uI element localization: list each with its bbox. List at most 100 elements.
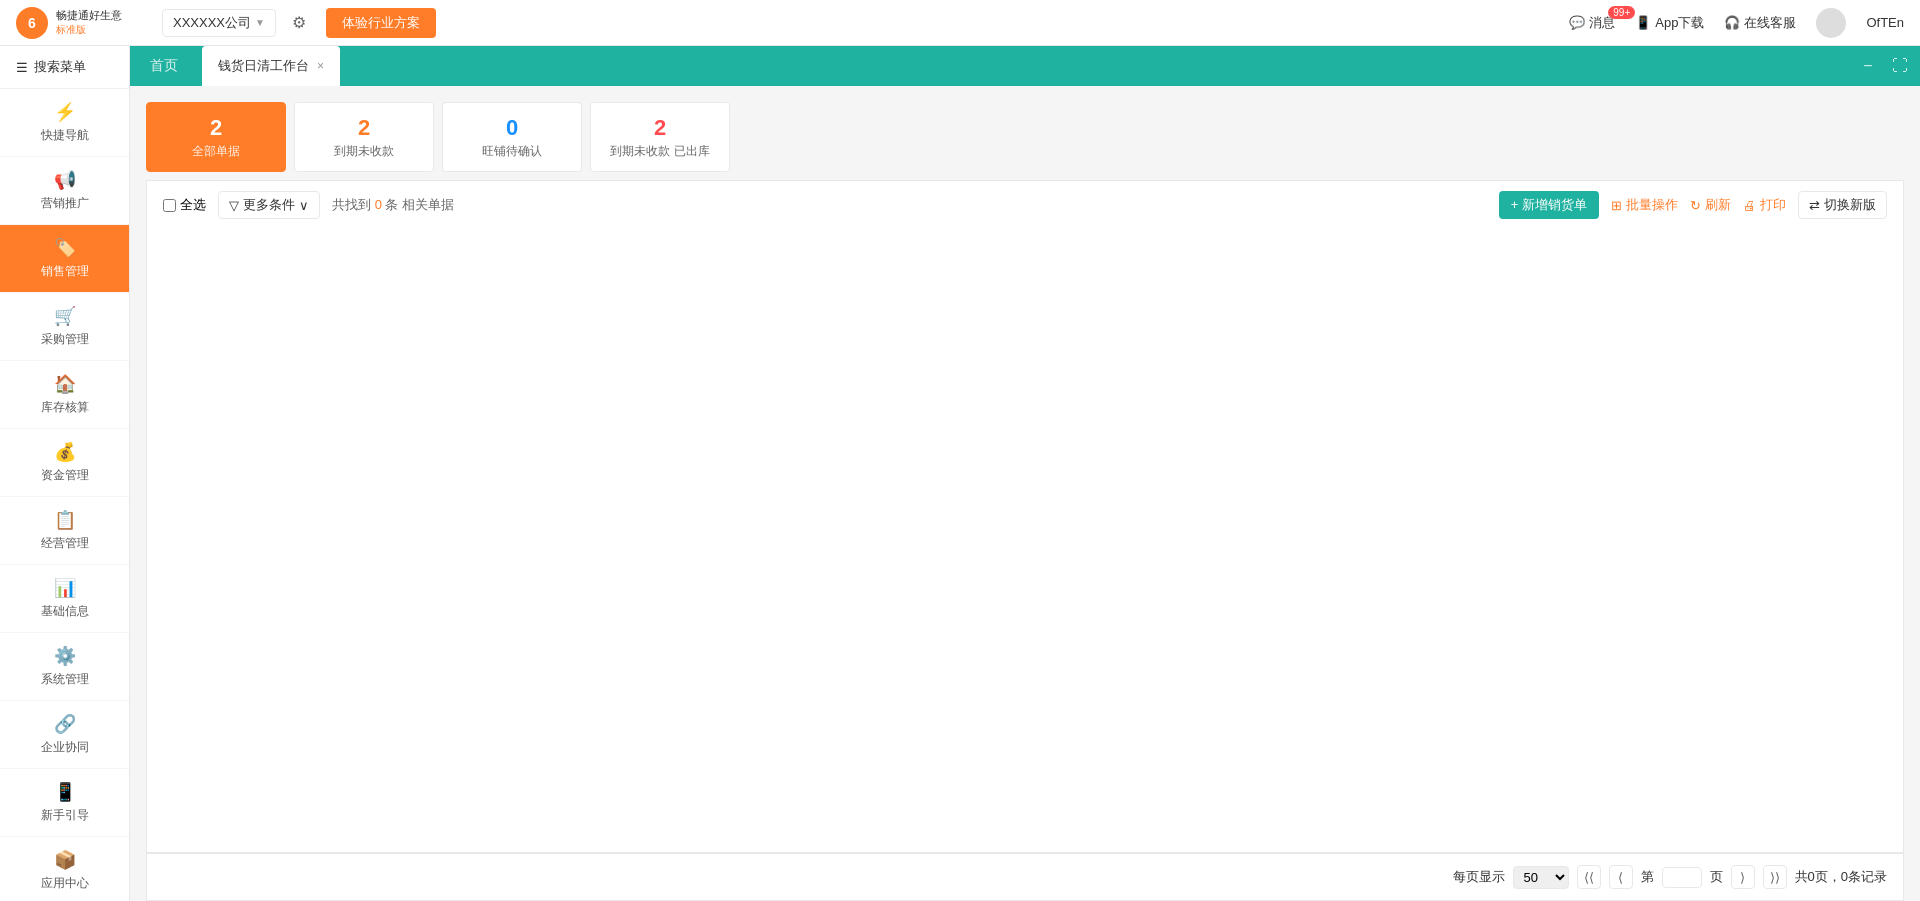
page-total: 共0页，0条记录 xyxy=(1795,868,1887,886)
page-prev-button[interactable]: ⟨ xyxy=(1609,865,1633,889)
sidebar-label-system: 系统管理 xyxy=(41,671,89,688)
main-layout: ☰ 搜索菜单 ⚡ 快捷导航 📢 营销推广 🏷️ 销售管理 🛒 采购管理 🏠 库存… xyxy=(0,46,1920,901)
print-label: 打印 xyxy=(1760,196,1786,214)
per-page-select[interactable]: 50 100 200 xyxy=(1513,866,1569,889)
purchase-icon: 🛒 xyxy=(54,305,76,327)
sidebar-item-guide[interactable]: 📱 新手引导 xyxy=(0,769,129,837)
tab-minimize-icon[interactable]: − xyxy=(1856,54,1880,78)
sidebar-item-system[interactable]: ⚙️ 系统管理 xyxy=(0,633,129,701)
chevron-down-icon: ▼ xyxy=(255,17,265,28)
print-button[interactable]: 🖨 打印 xyxy=(1743,196,1786,214)
page-first-button[interactable]: ⟨⟨ xyxy=(1577,865,1601,889)
sidebar-label-marketing: 营销推广 xyxy=(41,195,89,212)
message-button[interactable]: 💬 消息 99+ xyxy=(1569,14,1615,32)
sidebar-label-finance: 资金管理 xyxy=(41,467,89,484)
sidebar-item-sales[interactable]: 🏷️ 销售管理 xyxy=(0,225,129,293)
page-last-button[interactable]: ⟩⟩ xyxy=(1763,865,1787,889)
company-name: XXXXXX公司 xyxy=(173,14,251,32)
filter-icon: ▽ xyxy=(229,198,239,213)
sidebar-item-apps[interactable]: 📦 应用中心 xyxy=(0,837,129,901)
filter-button[interactable]: ▽ 更多条件 ∨ xyxy=(218,191,320,219)
topbar: 6 畅捷通好生意 标准版 XXXXXX公司 ▼ ⚙ 体验行业方案 💬 消息 99… xyxy=(0,0,1920,46)
select-all-checkbox[interactable]: 全选 xyxy=(163,196,206,214)
search-icon: ☰ xyxy=(16,60,28,75)
search-menu[interactable]: ☰ 搜索菜单 xyxy=(0,46,129,89)
card-overdue-uncollected[interactable]: 2 到期未收款 xyxy=(294,102,434,172)
page-next-button[interactable]: ⟩ xyxy=(1731,865,1755,889)
company-selector[interactable]: XXXXXX公司 ▼ xyxy=(162,9,276,37)
username[interactable]: OfTEn xyxy=(1866,15,1904,30)
apps-icon: 📦 xyxy=(54,849,76,871)
toolbar-left: 全选 ▽ 更多条件 ∨ 共找到 0 条 相关单据 xyxy=(163,191,454,219)
card-label-all: 全部单据 xyxy=(192,143,240,160)
tab-home[interactable]: 首页 xyxy=(130,46,198,86)
trial-button[interactable]: 体验行业方案 xyxy=(326,8,436,38)
headset-icon: 🎧 xyxy=(1724,15,1740,30)
batch-label: 批量操作 xyxy=(1626,196,1678,214)
sidebar-item-base-info[interactable]: 📊 基础信息 xyxy=(0,565,129,633)
sidebar-label-apps: 应用中心 xyxy=(41,875,89,892)
card-num-shipped: 2 xyxy=(654,115,666,141)
tab-close-icon[interactable]: × xyxy=(317,59,324,73)
card-label-overdue: 到期未收款 xyxy=(334,143,394,160)
card-num-wangpu: 0 xyxy=(506,115,518,141)
card-overdue-shipped[interactable]: 2 到期未收款 已出库 xyxy=(590,102,730,172)
inventory-icon: 🏠 xyxy=(54,373,76,395)
app-name: 畅捷通好生意 xyxy=(56,8,122,22)
content-area: 首页 钱货日清工作台 × − ⛶ 2 全部单据 2 到期未收款 xyxy=(130,46,1920,901)
switch-version-button[interactable]: ⇄ 切换新版 xyxy=(1798,191,1887,219)
card-num-overdue: 2 xyxy=(358,115,370,141)
page-input[interactable]: 1 xyxy=(1662,867,1702,888)
message-icon: 💬 xyxy=(1569,15,1585,30)
cooperation-icon: 🔗 xyxy=(54,713,76,735)
avatar[interactable] xyxy=(1816,8,1846,38)
refresh-button[interactable]: ↻ 刷新 xyxy=(1690,196,1731,214)
sidebar-label-purchase: 采购管理 xyxy=(41,331,89,348)
page-label-end: 页 xyxy=(1710,868,1723,886)
tab-label: 钱货日清工作台 xyxy=(218,57,309,75)
message-badge: 99+ xyxy=(1608,6,1635,19)
switch-icon: ⇄ xyxy=(1809,198,1820,213)
card-label-wangpu: 旺铺待确认 xyxy=(482,143,542,160)
switch-label: 切换新版 xyxy=(1824,196,1876,214)
service-label: 在线客服 xyxy=(1744,14,1796,32)
batch-icon: ⊞ xyxy=(1611,198,1622,213)
filter-arrow-icon: ∨ xyxy=(299,198,309,213)
toolbar: 全选 ▽ 更多条件 ∨ 共找到 0 条 相关单据 + 新增销货单 xyxy=(146,180,1904,229)
topbar-right: 💬 消息 99+ 📱 App下载 🎧 在线客服 OfTEn xyxy=(1569,8,1904,38)
sidebar-label-inventory: 库存核算 xyxy=(41,399,89,416)
sidebar-item-cooperation[interactable]: 🔗 企业协同 xyxy=(0,701,129,769)
sidebar-item-purchase[interactable]: 🛒 采购管理 xyxy=(0,293,129,361)
app-download-button[interactable]: 📱 App下载 xyxy=(1635,14,1704,32)
sidebar-item-operations[interactable]: 📋 经营管理 xyxy=(0,497,129,565)
refresh-label: 刷新 xyxy=(1705,196,1731,214)
checkbox-input[interactable] xyxy=(163,199,176,212)
per-page-label: 每页显示 xyxy=(1453,868,1505,886)
toolbar-right: + 新增销货单 ⊞ 批量操作 ↻ 刷新 🖨 打印 ⇄ xyxy=(1499,191,1887,219)
sidebar-item-quick-nav[interactable]: ⚡ 快捷导航 xyxy=(0,89,129,157)
pagination: 每页显示 50 100 200 ⟨⟨ ⟨ 第 1 页 ⟩ ⟩⟩ 共0页，0条记录 xyxy=(146,853,1904,901)
service-button[interactable]: 🎧 在线客服 xyxy=(1724,14,1796,32)
found-text: 共找到 0 条 相关单据 xyxy=(332,196,454,214)
lightning-icon: ⚡ xyxy=(54,101,76,123)
sidebar-item-marketing[interactable]: 📢 营销推广 xyxy=(0,157,129,225)
sidebar-label-operations: 经营管理 xyxy=(41,535,89,552)
sidebar-item-inventory[interactable]: 🏠 库存核算 xyxy=(0,361,129,429)
app-badge: 标准版 xyxy=(56,23,122,37)
select-all-label: 全选 xyxy=(180,196,206,214)
add-bill-button[interactable]: + 新增销货单 xyxy=(1499,191,1599,219)
filter-label: 更多条件 xyxy=(243,196,295,214)
sidebar-label-cooperation: 企业协同 xyxy=(41,739,89,756)
sidebar-item-finance[interactable]: 💰 资金管理 xyxy=(0,429,129,497)
card-num-all: 2 xyxy=(210,115,222,141)
tab-expand-icon[interactable]: ⛶ xyxy=(1888,54,1912,78)
logo-icon: 6 xyxy=(16,7,48,39)
card-wangpu-pending[interactable]: 0 旺铺待确认 xyxy=(442,102,582,172)
sidebar-label-base-info: 基础信息 xyxy=(41,603,89,620)
card-all-bills[interactable]: 2 全部单据 xyxy=(146,102,286,172)
tab-active-page[interactable]: 钱货日清工作台 × xyxy=(202,46,340,86)
table-area xyxy=(146,229,1904,853)
marketing-icon: 📢 xyxy=(54,169,76,191)
settings-icon[interactable]: ⚙ xyxy=(284,8,314,38)
batch-action-button[interactable]: ⊞ 批量操作 xyxy=(1611,196,1678,214)
